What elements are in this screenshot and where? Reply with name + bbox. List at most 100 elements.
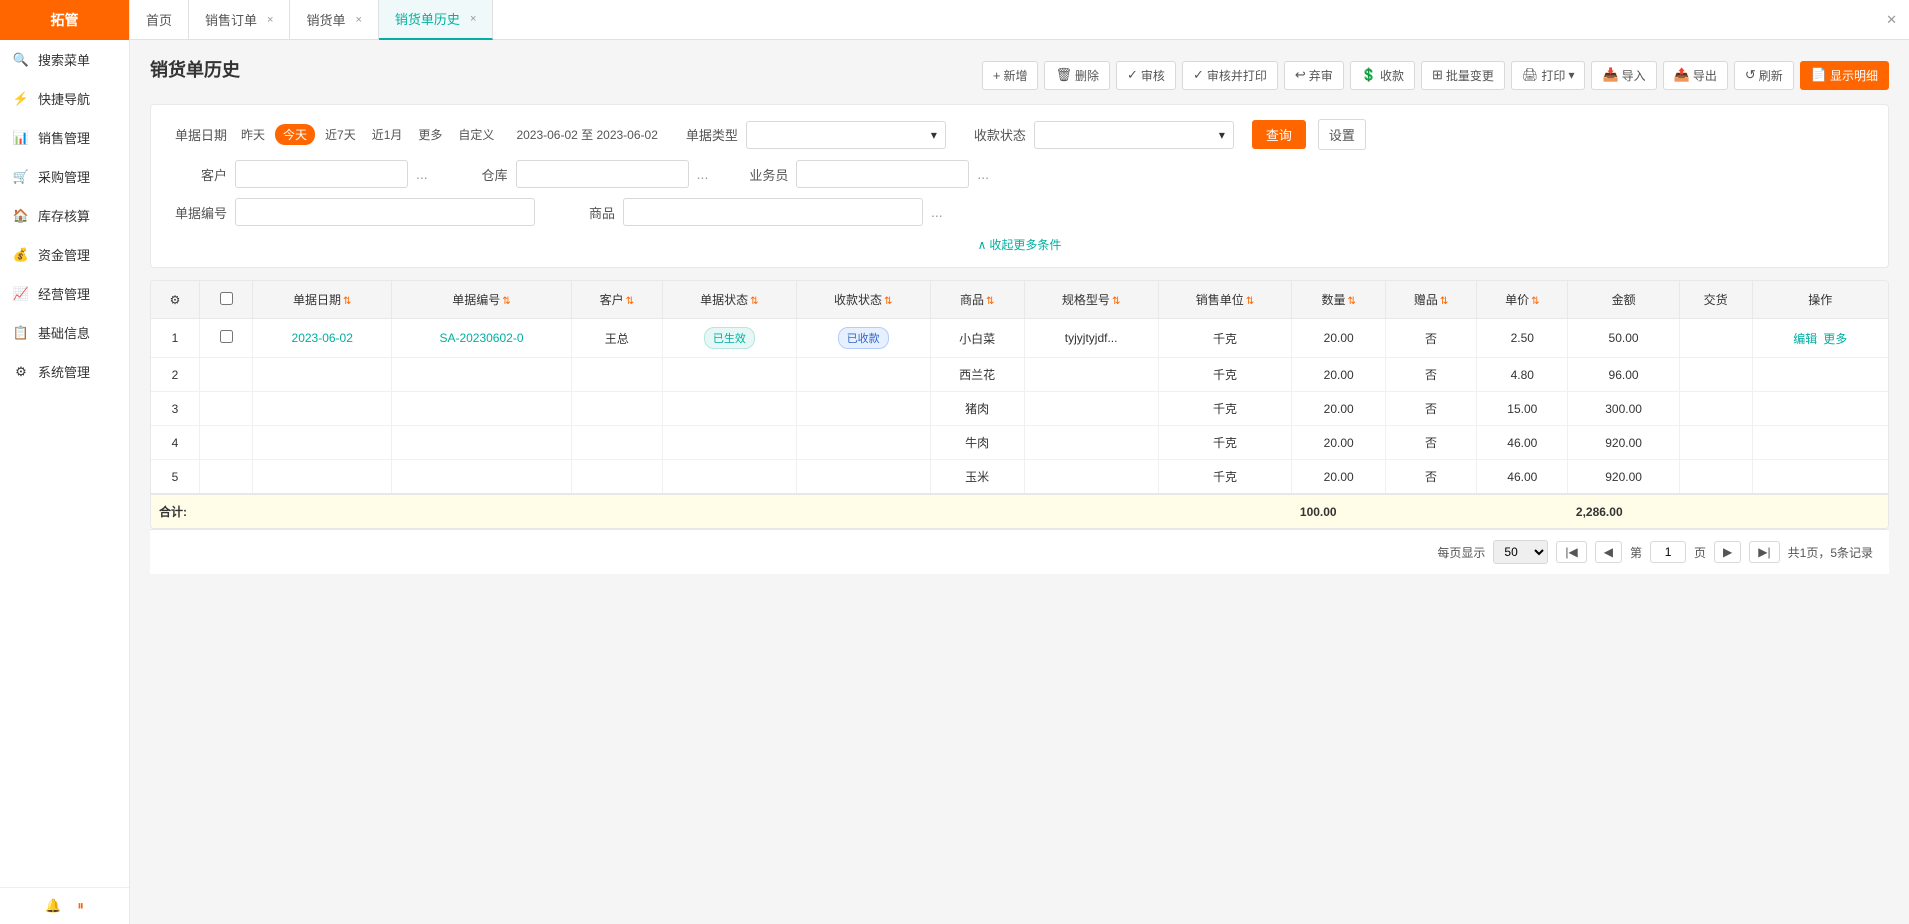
sort-icon: ⇅	[1347, 296, 1355, 307]
cell-doc-no[interactable]: SA-20230602-0	[392, 319, 571, 358]
sidebar-item-operations[interactable]: 📈 经营管理	[0, 274, 129, 313]
sidebar-item-sales-mgmt[interactable]: 📊 销售管理	[0, 118, 129, 157]
sidebar-item-label: 系统管理	[38, 362, 90, 381]
page-number-input[interactable]	[1650, 541, 1686, 563]
prev-page-button[interactable]: ◀	[1595, 541, 1622, 563]
cell-unit: 千克	[1158, 319, 1292, 358]
cell-qty: 20.00	[1292, 460, 1386, 495]
import-icon: 📥	[1602, 67, 1618, 83]
first-page-button[interactable]: |◀	[1556, 541, 1586, 563]
cell-doc-date: 2023-06-02	[253, 319, 392, 358]
sidebar-item-sys-mgmt[interactable]: ⚙ 系统管理	[0, 352, 129, 391]
select-all-checkbox[interactable]	[220, 292, 233, 305]
refresh-button[interactable]: ↺ 刷新	[1734, 61, 1794, 90]
sidebar-item-finance[interactable]: 💰 资金管理	[0, 235, 129, 274]
date-range-buttons: 昨天 今天 近7天 近1月 更多 自定义	[235, 124, 500, 145]
sidebar-item-purchase-mgmt[interactable]: 🛒 采购管理	[0, 157, 129, 196]
date-btn-yesterday[interactable]: 昨天	[235, 124, 271, 145]
tab-sales-shipment-close[interactable]: ×	[355, 14, 361, 26]
collapse-filter-button[interactable]: ∧ 收起更多条件	[978, 236, 1062, 253]
cell-unit-price: 46.00	[1477, 426, 1568, 460]
page-title: 销货单历史	[150, 56, 240, 82]
notification-icon[interactable]: 🔔	[45, 898, 61, 914]
filter-salesman-input[interactable]	[796, 160, 969, 188]
col-qty[interactable]: 数量⇅	[1292, 281, 1386, 319]
cell-payment-status	[796, 392, 930, 426]
show-detail-button[interactable]: 📄 显示明细	[1800, 61, 1889, 90]
filter-doc-type-select[interactable]: ▾	[746, 121, 946, 149]
col-unit[interactable]: 销售单位⇅	[1158, 281, 1292, 319]
pause-icon[interactable]: ⏸	[77, 898, 84, 914]
date-btn-more[interactable]: 更多	[412, 124, 448, 145]
tab-sales-shipment[interactable]: 销货单 ×	[290, 0, 378, 40]
query-button[interactable]: 查询	[1252, 120, 1306, 149]
batch-change-icon: ⊞	[1432, 67, 1443, 83]
new-button[interactable]: + 新增	[982, 61, 1039, 90]
tab-close-all[interactable]: ✕	[1874, 12, 1909, 28]
tab-sales-order-close[interactable]: ×	[267, 14, 273, 26]
per-page-select[interactable]: 50 100 200	[1493, 540, 1548, 564]
customer-ellipsis[interactable]: ...	[416, 166, 428, 182]
col-spec[interactable]: 规格型号⇅	[1024, 281, 1158, 319]
col-settings[interactable]: ⚙	[151, 281, 199, 319]
tab-sales-history[interactable]: 销货单历史 ×	[379, 0, 493, 40]
last-page-button[interactable]: ▶|	[1749, 541, 1779, 563]
col-doc-status[interactable]: 单据状态⇅	[662, 281, 796, 319]
col-goods[interactable]: 商品⇅	[930, 281, 1024, 319]
tab-home-label: 首页	[146, 10, 172, 29]
col-doc-no[interactable]: 单据编号⇅	[392, 281, 571, 319]
col-gift[interactable]: 赠品⇅	[1385, 281, 1476, 319]
abandon-button[interactable]: ↩ 弃审	[1284, 61, 1344, 90]
tab-sales-history-close[interactable]: ×	[470, 13, 476, 25]
filter-warehouse-label: 仓库	[448, 165, 508, 184]
col-customer[interactable]: 客户⇅	[571, 281, 662, 319]
cell-customer	[571, 358, 662, 392]
cell-doc-status: 已生效	[662, 319, 796, 358]
table-settings-icon[interactable]: ⚙	[170, 293, 181, 307]
action-link[interactable]: 更多	[1823, 332, 1847, 346]
goods-ellipsis[interactable]: ...	[931, 204, 943, 220]
tab-home[interactable]: 首页	[130, 0, 189, 40]
date-btn-7days[interactable]: 近7天	[319, 124, 362, 145]
filter-goods-input[interactable]	[623, 198, 923, 226]
cell-row-no: 1	[151, 319, 199, 358]
delete-button[interactable]: 🗑 删除	[1044, 61, 1110, 90]
sidebar-item-basic-info[interactable]: 📋 基础信息	[0, 313, 129, 352]
audit-print-button[interactable]: ✓ 审核并打印	[1182, 61, 1278, 90]
cell-unit-price: 15.00	[1477, 392, 1568, 426]
filter-doc-no-input[interactable]	[235, 198, 535, 226]
filter-customer-input[interactable]	[235, 160, 408, 188]
col-unit-price[interactable]: 单价⇅	[1477, 281, 1568, 319]
batch-change-button[interactable]: ⊞ 批量变更	[1421, 61, 1505, 90]
collect-button[interactable]: 💲 收款	[1350, 61, 1415, 90]
settings-btn[interactable]: 设置	[1318, 119, 1366, 150]
cell-spec	[1024, 392, 1158, 426]
cell-spec	[1024, 358, 1158, 392]
audit-button[interactable]: ✓ 审核	[1116, 61, 1176, 90]
date-btn-1month[interactable]: 近1月	[366, 124, 409, 145]
sort-icon: ⇅	[750, 296, 758, 307]
sidebar-item-inventory[interactable]: 🏠 库存核算	[0, 196, 129, 235]
import-button[interactable]: 📥 导入	[1591, 61, 1656, 90]
action-link[interactable]: 编辑	[1793, 332, 1817, 346]
date-btn-custom[interactable]: 自定义	[452, 124, 500, 145]
filter-warehouse-input[interactable]	[516, 160, 689, 188]
sort-icon: ⇅	[626, 296, 634, 307]
warehouse-ellipsis[interactable]: ...	[697, 166, 709, 182]
next-page-button[interactable]: ▶	[1714, 541, 1741, 563]
page-label-end: 页	[1694, 544, 1706, 561]
salesman-ellipsis[interactable]: ...	[977, 166, 989, 182]
export-button[interactable]: 📤 导出	[1663, 61, 1728, 90]
filter-payment-status-select[interactable]: ▾	[1034, 121, 1234, 149]
sidebar-item-quick-nav[interactable]: ⚡ 快捷导航	[0, 79, 129, 118]
col-doc-date[interactable]: 单据日期⇅	[253, 281, 392, 319]
tab-sales-order[interactable]: 销售订单 ×	[189, 0, 290, 40]
print-button[interactable]: 🖨 打印 ▾	[1511, 61, 1586, 90]
cell-gift: 否	[1385, 358, 1476, 392]
sidebar-item-search-menu[interactable]: 🔍 搜索菜单	[0, 40, 129, 79]
cell-unit-price: 4.80	[1477, 358, 1568, 392]
date-btn-today[interactable]: 今天	[275, 124, 315, 145]
col-payment-status[interactable]: 收款状态⇅	[796, 281, 930, 319]
row-checkbox[interactable]	[220, 330, 233, 343]
page-header: 销货单历史 + 新增 🗑 删除 ✓ 审核 ✓ 审核并打印	[150, 56, 1889, 94]
